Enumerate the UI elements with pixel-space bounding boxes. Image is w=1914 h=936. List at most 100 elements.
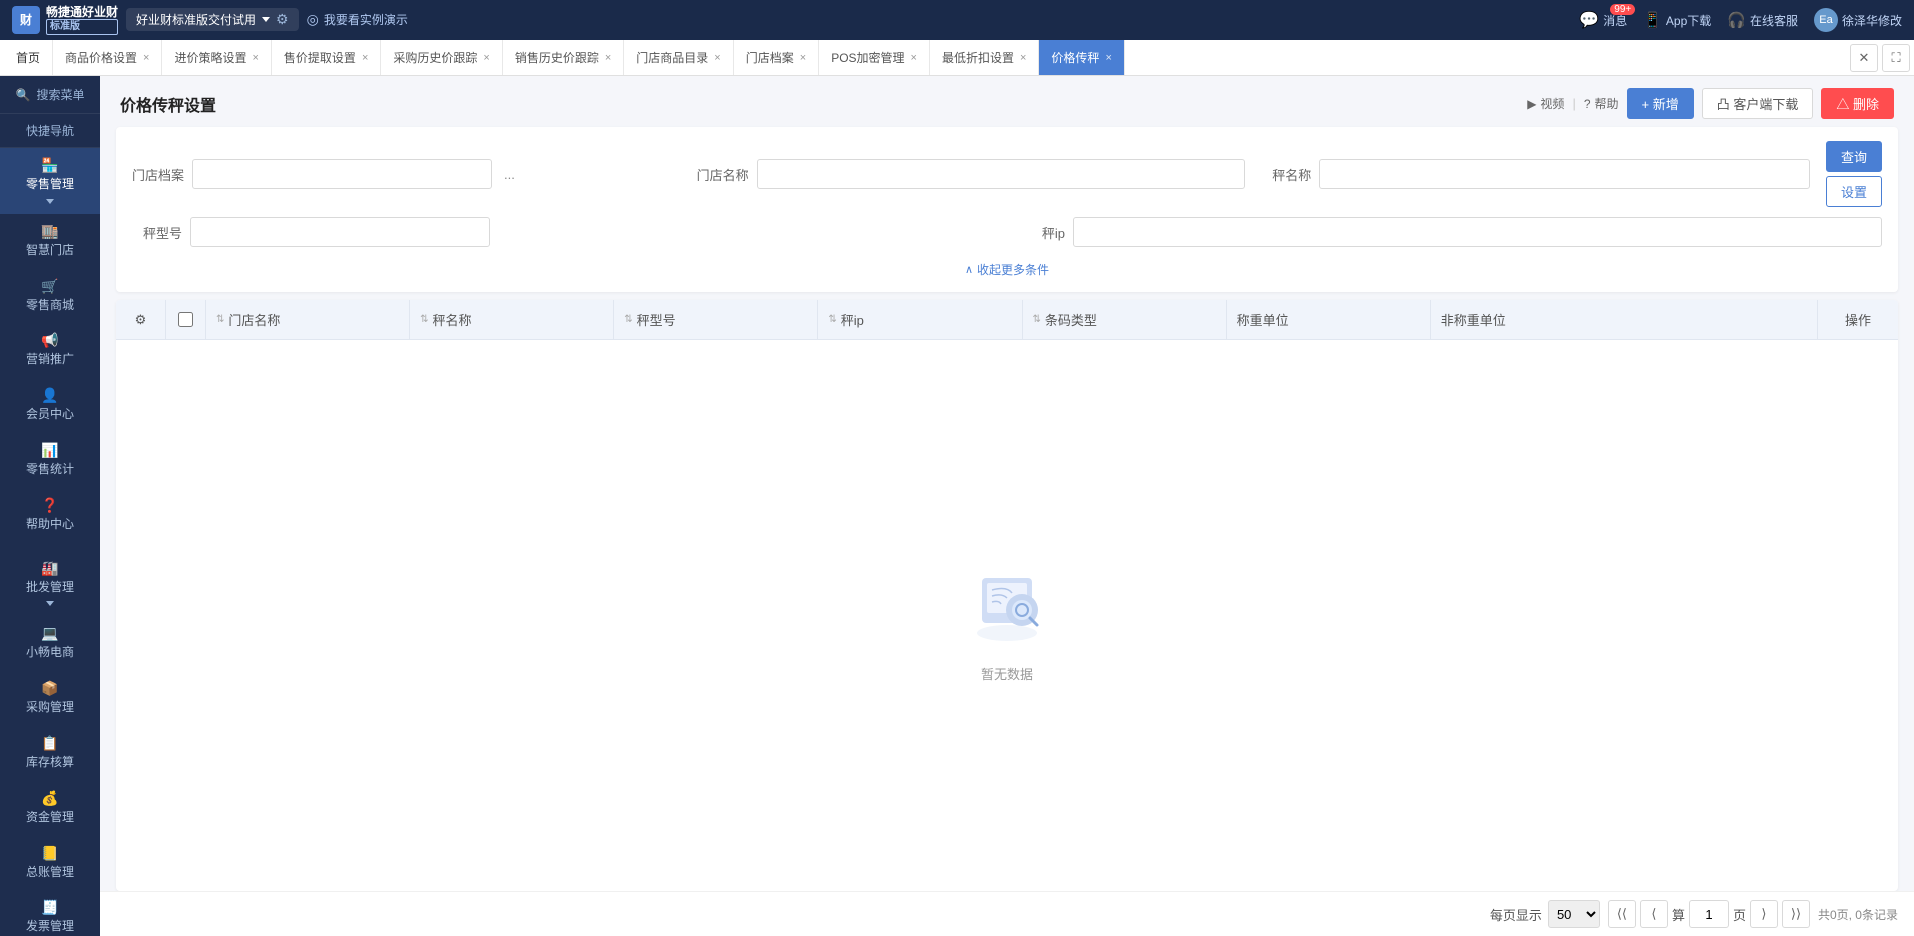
tab-sale-price[interactable]: 售价提取设置 × [272,40,381,76]
empty-state: 暂无数据 [116,340,1898,891]
tab-sale-history[interactable]: 销售历史价跟踪 × [503,40,624,76]
sidebar-item-retail-shop[interactable]: 🛒 零售商城 [0,269,100,324]
tab-maximize-btn[interactable]: ⛶ [1882,44,1910,72]
tab-price-setting[interactable]: 商品价格设置 × [53,40,162,76]
tab-min-discount[interactable]: 最低折扣设置 × [930,40,1039,76]
scale-model-input[interactable] [190,217,490,247]
tab-store-catalog[interactable]: 门店商品目录 × [624,40,733,76]
help-link[interactable]: ? 帮助 [1584,95,1619,112]
tab-bar-actions: ✕ ⛶ [1850,44,1910,72]
sidebar-item-label: 帮助中心 [26,516,74,533]
sidebar-item-retail-stats[interactable]: 📊 零售统计 [0,433,100,488]
scale-ip-input[interactable] [1073,217,1882,247]
scale-name-input[interactable] [1319,159,1810,189]
select-all-checkbox[interactable] [178,312,193,327]
video-link[interactable]: ▶ 视频 [1527,95,1564,112]
separator: | [1572,96,1575,111]
th-non-weight-unit[interactable]: 非称重单位 [1431,300,1818,339]
sidebar-item-label: 库存核算 [26,754,74,771]
store-file-ellipsis[interactable]: ... [504,167,515,182]
sidebar-search[interactable]: 🔍 搜索菜单 [0,76,100,114]
sidebar-item-smart-store[interactable]: 🏬 智慧门店 [0,214,100,269]
sidebar-item-invoice-manage[interactable]: 🧾 发票管理 [0,890,100,936]
tab-store-file[interactable]: 门店档案 × [734,40,819,76]
tab-close-purchase-history[interactable]: × [483,52,489,64]
ledger-icon: 📒 [41,846,58,860]
sidebar-item-label: 营销推广 [26,351,74,368]
store-name-input[interactable] [757,159,1246,189]
funds-icon: 💰 [41,791,58,805]
message-button[interactable]: 💬 消息 99+ [1579,10,1627,30]
sidebar-item-label: 采购管理 [26,699,74,716]
sidebar: 🔍 搜索菜单 快捷导航 🏪 零售管理 🏬 智慧门店 🛒 零售商城 📢 营销推广 … [0,76,100,936]
download-button[interactable]: 凸 客户端下载 [1702,88,1814,119]
sidebar-item-help-center[interactable]: ❓ 帮助中心 [0,488,100,543]
tab-purchase-history[interactable]: 采购历史价跟踪 × [381,40,502,76]
filter-store-file: 门店档案 ... [132,159,681,189]
collapse-bar[interactable]: ∧ 收起更多条件 [132,257,1882,278]
edition-settings-icon[interactable]: ⚙ [276,11,289,28]
edition-selector[interactable]: 好业财标准版交付试用 ⚙ [126,8,299,31]
sidebar-item-marketing[interactable]: 📢 营销推广 [0,323,100,378]
th-weight-unit[interactable]: 称重单位 [1227,300,1431,339]
tab-close-purchase-strategy[interactable]: × [252,52,258,64]
tab-purchase-strategy[interactable]: 进价策略设置 × [162,40,271,76]
stats-icon: 📊 [41,443,58,457]
page-unit: 页 [1733,905,1746,924]
tab-close-btn[interactable]: ✕ [1850,44,1878,72]
user-menu[interactable]: Ea 徐泽华修改 [1814,8,1902,32]
tab-close-store-file[interactable]: × [800,52,806,64]
tab-close-store-catalog[interactable]: × [714,52,720,64]
user-name: 徐泽华修改 [1842,12,1902,29]
collapse-label: 收起更多条件 [977,261,1049,278]
online-service-button[interactable]: 🎧 在线客服 [1727,11,1798,29]
tab-close-sale-price[interactable]: × [362,52,368,64]
filter-row-2: 秤型号 秤ip [132,217,1882,247]
add-button[interactable]: + 新增 [1627,88,1694,119]
th-store-name[interactable]: ⇅ 门店名称 [206,300,410,339]
th-gear[interactable]: ⚙ [116,300,166,339]
tab-pos-manage[interactable]: POS加密管理 × [819,40,930,76]
demo-link[interactable]: ◎ 我要看实例演示 [307,11,408,28]
per-page-select[interactable]: 50 10 20 100 [1548,900,1600,928]
tab-close-min-discount[interactable]: × [1020,52,1026,64]
set-button[interactable]: 设置 [1826,176,1882,207]
sidebar-item-funds-manage[interactable]: 💰 资金管理 [0,781,100,836]
sidebar-item-purchase-manage[interactable]: 📦 采购管理 [0,671,100,726]
sidebar-item-member-center[interactable]: 👤 会员中心 [0,378,100,433]
tab-close-price-setting[interactable]: × [143,52,149,64]
next-page-btn[interactable]: ⟩ [1750,900,1778,928]
sidebar-item-label: 资金管理 [26,809,74,826]
sidebar-item-inventory[interactable]: 📋 库存核算 [0,726,100,781]
pagination: 每页显示 50 10 20 100 ⟨⟨ ⟨ 算 页 ⟩ ⟩⟩ 共0页, 0条记… [100,891,1914,936]
delete-button[interactable]: △ 删除 [1821,88,1894,119]
tab-close-price-scale[interactable]: × [1105,52,1111,64]
tab-close-pos-manage[interactable]: × [911,52,917,64]
first-page-btn[interactable]: ⟨⟨ [1608,900,1636,928]
tab-price-scale[interactable]: 价格传秤 × [1039,40,1124,76]
store-file-input[interactable] [192,159,492,189]
sidebar-item-small-ecom[interactable]: 💻 小畅电商 [0,616,100,671]
filter-section: 门店档案 ... 门店名称 秤名称 查询 设置 [116,127,1898,292]
prev-page-btn[interactable]: ⟨ [1640,900,1668,928]
sidebar-quick-nav[interactable]: 快捷导航 [0,114,100,148]
filter-store-name: 门店名称 [697,159,1246,189]
th-barcode-type[interactable]: ⇅ 条码类型 [1023,300,1227,339]
inventory-icon: 📋 [41,736,58,750]
quick-nav-label: 快捷导航 [26,122,74,139]
sidebar-item-wholesale-manage[interactable]: 🏭 批发管理 [0,551,100,617]
tab-bar: 首页 商品价格设置 × 进价策略设置 × 售价提取设置 × 采购历史价跟踪 × … [0,40,1914,76]
th-scale-ip[interactable]: ⇅ 秤ip [818,300,1022,339]
wholesale-icon: 🏭 [41,561,58,575]
tab-close-sale-history[interactable]: × [605,52,611,64]
page-input[interactable] [1689,900,1729,928]
tab-home[interactable]: 首页 [4,40,53,76]
query-button[interactable]: 查询 [1826,141,1882,172]
last-page-btn[interactable]: ⟩⟩ [1782,900,1810,928]
th-scale-name[interactable]: ⇅ 秤名称 [410,300,614,339]
headset-icon: 🎧 [1727,11,1746,29]
sidebar-item-retail-manage[interactable]: 🏪 零售管理 [0,148,100,214]
app-download-button[interactable]: 📱 App下载 [1643,11,1711,29]
th-scale-model[interactable]: ⇅ 秤型号 [614,300,818,339]
sidebar-item-ledger-manage[interactable]: 📒 总账管理 [0,836,100,891]
